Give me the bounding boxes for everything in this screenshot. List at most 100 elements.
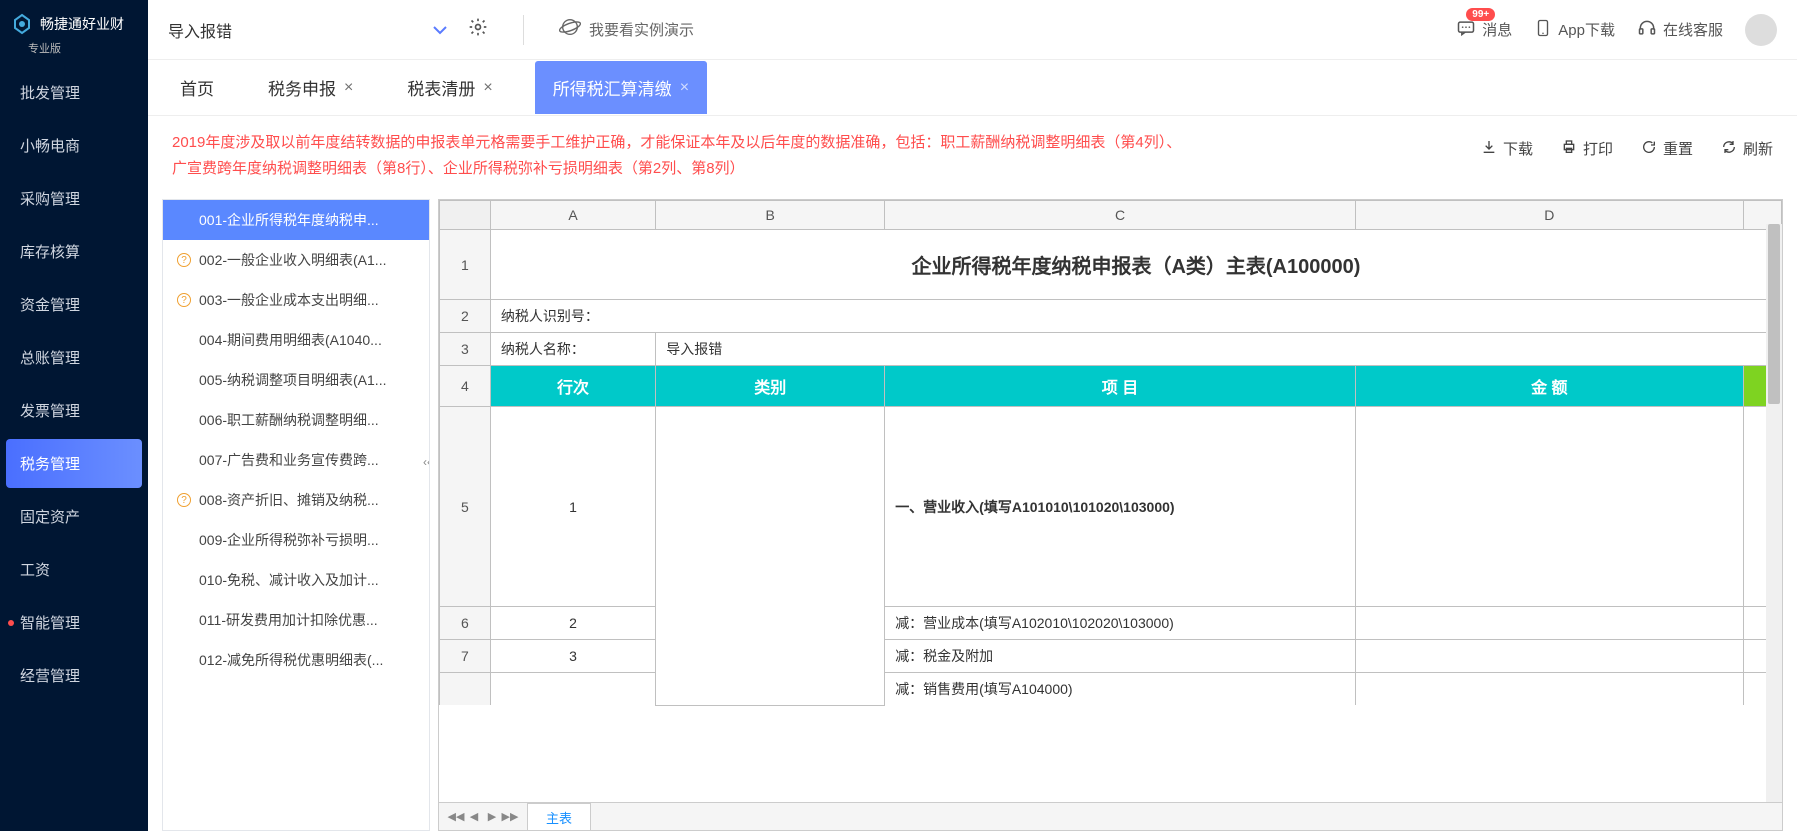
report-item-5[interactable]: 006-职工薪酬纳税调整明细... (163, 400, 429, 440)
report-item-1[interactable]: ?002-一般企业收入明细表(A1... (163, 240, 429, 280)
header-row-num[interactable]: 行次 (490, 366, 655, 407)
report-item-9[interactable]: 010-免税、减计收入及加计... (163, 560, 429, 600)
sheet-nav-first[interactable]: ◀◀ (447, 810, 465, 823)
nav-item-1[interactable]: 小畅电商 (0, 119, 148, 172)
question-icon: ? (177, 253, 191, 267)
sheet-nav-last[interactable]: ▶▶ (501, 810, 519, 823)
r8-item[interactable]: 减：销售费用(填写A104000) (885, 673, 1356, 706)
nav-item-0[interactable]: 批发管理 (0, 66, 148, 119)
close-icon[interactable]: × (483, 79, 492, 97)
r5-num[interactable]: 1 (490, 407, 655, 607)
message-badge: 99+ (1466, 8, 1495, 21)
nav-item-3[interactable]: 库存核算 (0, 225, 148, 278)
messages-button[interactable]: 消息 99+ (1456, 18, 1512, 42)
r5-category[interactable] (656, 407, 885, 706)
r6-num[interactable]: 2 (490, 607, 655, 640)
sheet-title[interactable]: 企业所得税年度纳税申报表（A类）主表(A100000) (490, 230, 1781, 300)
report-item-label: 008-资产折旧、摊销及纳税... (199, 492, 379, 508)
sheet-nav-prev[interactable]: ◀ (465, 810, 483, 823)
sheet-tab-main[interactable]: 主表 (527, 803, 591, 831)
app-download-button[interactable]: App下载 (1534, 18, 1615, 42)
row-head-6[interactable]: 6 (440, 607, 491, 640)
report-item-8[interactable]: 009-企业所得税弥补亏损明... (163, 520, 429, 560)
nav-item-label: 固定资产 (20, 509, 80, 526)
report-list: 001-企业所得税年度纳税申...?002-一般企业收入明细表(A1...?00… (162, 199, 430, 831)
header-item[interactable]: 项 目 (885, 366, 1356, 407)
row-head-1[interactable]: 1 (440, 230, 491, 300)
col-head-b[interactable]: B (656, 201, 885, 230)
download-button[interactable]: 下载 (1481, 138, 1533, 159)
refresh-icon (1721, 139, 1737, 159)
print-button[interactable]: 打印 (1561, 138, 1613, 159)
row-head-7[interactable]: 7 (440, 640, 491, 673)
r8-num[interactable] (490, 673, 655, 706)
nav-item-11[interactable]: 经营管理 (0, 649, 148, 702)
nav-item-6[interactable]: 发票管理 (0, 384, 148, 437)
gear-icon[interactable] (468, 17, 488, 42)
report-item-4[interactable]: 005-纳税调整项目明细表(A1... (163, 360, 429, 400)
r6-item[interactable]: 减：营业成本(填写A102010\102020\103000) (885, 607, 1356, 640)
r7-item[interactable]: 减：税金及附加 (885, 640, 1356, 673)
report-item-0[interactable]: 001-企业所得税年度纳税申... (163, 200, 429, 240)
demo-link[interactable]: 我要看实例演示 (559, 16, 694, 43)
nav-item-label: 资金管理 (20, 297, 80, 314)
report-item-2[interactable]: ?003-一般企业成本支出明细... (163, 280, 429, 320)
row-head-3[interactable]: 3 (440, 333, 491, 366)
r8-amount[interactable] (1355, 673, 1743, 706)
topbar: 导入报错 我要看实例演示 (148, 0, 1797, 60)
taxpayer-name-label[interactable]: 纳税人名称： (490, 333, 655, 366)
nav-item-2[interactable]: 采购管理 (0, 172, 148, 225)
reset-icon (1641, 139, 1657, 159)
nav-item-10[interactable]: 智能管理 (0, 596, 148, 649)
r5-item[interactable]: 一、营业收入(填写A101010\101020\103000) (885, 407, 1356, 607)
nav-item-9[interactable]: 工资 (0, 543, 148, 596)
taxpayer-name-value[interactable]: 导入报错 (656, 333, 1782, 366)
nav-item-label: 税务管理 (20, 456, 80, 473)
nav-items: 批发管理小畅电商采购管理库存核算资金管理总账管理发票管理税务管理固定资产工资智能… (0, 66, 148, 831)
row-head-5[interactable]: 5 (440, 407, 491, 607)
taxpayer-id-label[interactable]: 纳税人识别号： (490, 300, 1781, 333)
nav-item-label: 工资 (20, 562, 50, 579)
nav-item-5[interactable]: 总账管理 (0, 331, 148, 384)
r7-amount[interactable] (1355, 640, 1743, 673)
col-head-d[interactable]: D (1355, 201, 1743, 230)
close-icon[interactable]: × (680, 79, 689, 97)
vertical-scrollbar[interactable] (1766, 224, 1782, 802)
col-head-a[interactable]: A (490, 201, 655, 230)
tab-3[interactable]: 所得税汇算清缴× (535, 61, 707, 114)
nav-item-4[interactable]: 资金管理 (0, 278, 148, 331)
tab-0[interactable]: 首页 (168, 59, 226, 116)
notice-text: 2019年度涉及取以前年度结转数据的申报表单元格需要手工维护正确，才能保证本年及… (172, 130, 1192, 181)
r5-amount[interactable] (1355, 407, 1743, 607)
customer-service-button[interactable]: 在线客服 (1637, 18, 1723, 42)
sheet-grid[interactable]: A B C D 1 企业所得税年度纳税申报表（A类）主表(A100000) (439, 200, 1782, 802)
refresh-button[interactable]: 刷新 (1721, 138, 1773, 159)
sheet-corner[interactable] (440, 201, 491, 230)
collapse-handle[interactable]: ‹‹ (423, 455, 430, 469)
header-category[interactable]: 类别 (656, 366, 885, 407)
row-head-4[interactable]: 4 (440, 366, 491, 407)
avatar[interactable] (1745, 14, 1777, 46)
company-dropdown[interactable]: 导入报错 (168, 18, 448, 42)
close-icon[interactable]: × (344, 79, 353, 97)
header-amount[interactable]: 金 额 (1355, 366, 1743, 407)
sheet-tabs-bar: ◀◀ ◀ ▶ ▶▶ 主表 (439, 802, 1782, 830)
r7-num[interactable]: 3 (490, 640, 655, 673)
brand-edition: 专业版 (0, 40, 148, 66)
r6-amount[interactable] (1355, 607, 1743, 640)
report-item-6[interactable]: 007-广告费和业务宣传费跨... (163, 440, 429, 480)
report-item-label: 004-期间费用明细表(A1040... (199, 332, 382, 348)
row-head-8[interactable] (440, 673, 491, 706)
col-head-c[interactable]: C (885, 201, 1356, 230)
reset-button[interactable]: 重置 (1641, 138, 1693, 159)
sheet-nav-next[interactable]: ▶ (483, 810, 501, 823)
nav-item-7[interactable]: 税务管理 (6, 439, 142, 488)
nav-item-8[interactable]: 固定资产 (0, 490, 148, 543)
report-item-10[interactable]: 011-研发费用加计扣除优惠... (163, 600, 429, 640)
tab-2[interactable]: 税表清册× (395, 59, 504, 116)
report-item-3[interactable]: 004-期间费用明细表(A1040... (163, 320, 429, 360)
row-head-2[interactable]: 2 (440, 300, 491, 333)
report-item-11[interactable]: 012-减免所得税优惠明细表(... (163, 640, 429, 680)
tab-1[interactable]: 税务申报× (256, 59, 365, 116)
report-item-7[interactable]: ?008-资产折旧、摊销及纳税... (163, 480, 429, 520)
